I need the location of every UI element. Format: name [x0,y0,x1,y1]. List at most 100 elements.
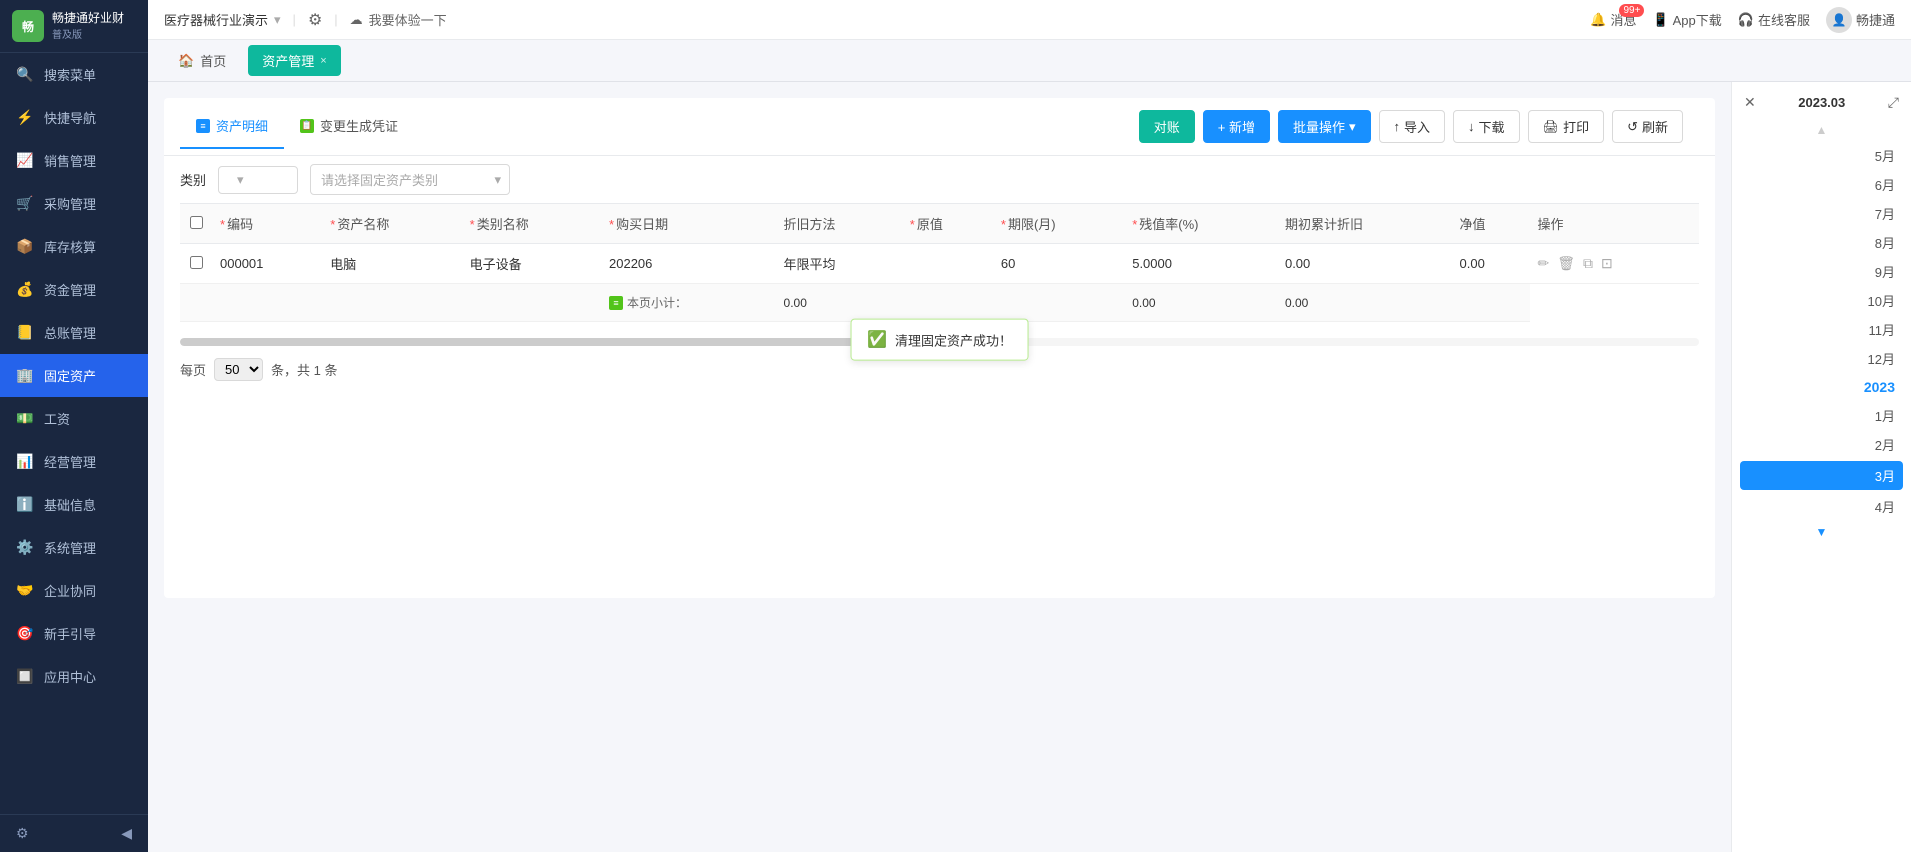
col-date: *购买日期 [601,204,776,244]
tab-asset-mgmt-label: 资产管理 [262,51,314,70]
company-selector[interactable]: 医疗器械行业演示 ▾ [164,10,281,29]
new-btn[interactable]: + 新增 [1203,110,1270,143]
year-2023[interactable]: 2023 [1732,373,1911,401]
scrollbar-thumb [180,338,864,346]
refresh-btn[interactable]: ↺ 刷新 [1612,110,1683,143]
purchase-icon: 🛒 [16,195,34,212]
month-aug[interactable]: 8月 [1732,228,1911,257]
sidebar-item-apps[interactable]: 🔲 应用中心 [0,655,148,698]
subtab-asset-list-label: 资产明细 [216,116,268,135]
sidebar-item-label: 新手引导 [44,624,96,643]
sidebar-logo: 畅 畅捷通好业财 普及版 [0,0,148,53]
per-page-select[interactable]: 50 [214,358,263,381]
sidebar-item-quicknav[interactable]: ⚡ 快捷导航 [0,96,148,139]
toast-success-icon: ✅ [867,330,887,350]
experience-btn[interactable]: ☁ 我要体验一下 [350,10,447,29]
month-mar[interactable]: 3月 [1740,461,1903,490]
guide-icon: 🎯 [16,625,34,642]
subtab-asset-list[interactable]: ≡ 资产明细 [180,104,284,149]
online-service-btn[interactable]: 🎧 在线客服 [1738,10,1810,29]
collapse-icon[interactable]: ◀ [121,825,132,842]
scroll-down-btn[interactable]: ▼ [1732,521,1911,543]
print-btn[interactable]: 🖨 打印 [1528,110,1605,143]
sidebar-item-ledger[interactable]: 📒 总账管理 [0,311,148,354]
month-sep[interactable]: 9月 [1732,257,1911,286]
cell-residual: 5.0000 [1124,244,1277,284]
sidebar-item-label: 快捷导航 [44,108,96,127]
topbar-right: 🔔 消息 99+ 📱 App下载 🎧 在线客服 👤 畅捷通 [1590,7,1895,33]
panel-expand-icon[interactable]: ⤢ [1888,94,1899,111]
notification-btn[interactable]: 🔔 消息 99+ [1590,10,1636,29]
headset-icon: 🎧 [1738,12,1754,28]
subtotal-empty1 [180,284,212,322]
online-service-label: 在线客服 [1758,10,1810,29]
sidebar: 畅 畅捷通好业财 普及版 🔍 搜索菜单 ⚡ 快捷导航 📈 销售管理 🛒 采购管理… [0,0,148,852]
topbar-settings-icon[interactable]: ⚙ [308,10,322,30]
sidebar-item-system[interactable]: ⚙️ 系统管理 [0,526,148,569]
month-apr[interactable]: 4月 [1732,492,1911,521]
export-btn[interactable]: ↑ 导入 [1379,110,1446,143]
month-may[interactable]: 5月 [1732,141,1911,170]
col-action: 操作 [1530,204,1700,244]
funds-icon: 💰 [16,281,34,298]
sidebar-item-payroll[interactable]: 💵 工资 [0,397,148,440]
sidebar-item-fixed-assets[interactable]: 🏢 固定资产 [0,354,148,397]
sidebar-item-sales[interactable]: 📈 销售管理 [0,139,148,182]
panel-close-icon[interactable]: ✕ [1744,94,1756,111]
delete-icon[interactable]: 🗑 [1557,255,1575,272]
month-oct[interactable]: 10月 [1732,286,1911,315]
month-jan[interactable]: 1月 [1732,401,1911,430]
subtab-voucher-gen[interactable]: 📋 变更生成凭证 [284,104,414,149]
subtotal-empty4 [462,284,601,322]
download-icon: ↓ [1468,119,1475,134]
sidebar-item-operations[interactable]: 📊 经营管理 [0,440,148,483]
payroll-icon: 💵 [16,410,34,427]
sidebar-item-funds[interactable]: 💰 资金管理 [0,268,148,311]
month-dec[interactable]: 12月 [1732,344,1911,373]
month-jun[interactable]: 6月 [1732,170,1911,199]
month-nov[interactable]: 11月 [1732,315,1911,344]
company-name: 医疗器械行业演示 [164,10,268,29]
copy-icon[interactable]: ⧉ [1583,255,1593,272]
user-menu[interactable]: 👤 畅捷通 [1826,7,1895,33]
sidebar-item-enterprise[interactable]: 🤝 企业协同 [0,569,148,612]
select-all-checkbox[interactable] [190,216,203,229]
row-checkbox[interactable] [190,256,203,269]
tab-home[interactable]: 🏠 首页 [164,45,240,76]
cell-action: ✏ 🗑 ⧉ ⊡ [1530,244,1700,284]
year-panel-title: 2023.03 [1798,95,1845,110]
col-name: *资产名称 [322,204,461,244]
sidebar-item-search[interactable]: 🔍 搜索菜单 [0,53,148,96]
scroll-up-btn[interactable]: ▲ [1732,119,1911,141]
more-icon[interactable]: ⊡ [1601,255,1613,272]
category-select-arrow: ▾ [237,172,244,188]
account-btn[interactable]: 对账 [1139,110,1195,143]
batch-btn[interactable]: 批量操作 ▾ [1278,110,1371,143]
topbar-divider2: | [334,12,337,27]
col-depreciation: 折旧方法 [776,204,902,244]
sidebar-item-inventory[interactable]: 📦 库存核算 [0,225,148,268]
tab-close-icon[interactable]: × [320,55,326,67]
toast-message: 清理固定资产成功！ [895,330,1012,349]
tab-asset-mgmt[interactable]: 资产管理 × [248,45,340,76]
download-btn[interactable]: ↓ 下载 [1453,110,1520,143]
sidebar-item-label: 采购管理 [44,194,96,213]
sidebar-item-basic-info[interactable]: ℹ️ 基础信息 [0,483,148,526]
table-wrap: *编码 *资产名称 *类别名称 *购买日期 折旧方法 *原值 *期限(月) *残… [164,203,1715,322]
fixed-asset-category-select[interactable]: 请选择固定资产类别 ▾ [310,164,510,195]
sidebar-item-guide[interactable]: 🎯 新手引导 [0,612,148,655]
sidebar-item-purchase[interactable]: 🛒 采购管理 [0,182,148,225]
app-download-btn[interactable]: 📱 App下载 [1652,10,1721,29]
category-select[interactable]: ▾ [218,166,298,194]
col-original: *原值 [902,204,993,244]
cell-original [902,244,993,284]
subtotal-row: ≡ 本页小计： 0.00 0.00 0.00 [180,284,1699,322]
subtotal-empty7 [1452,284,1530,322]
batch-btn-label: 批量操作 [1293,117,1345,136]
bell-icon: 🔔 [1590,12,1606,28]
settings-icon[interactable]: ⚙ [16,825,29,842]
edit-icon[interactable]: ✏ [1538,255,1550,272]
sales-icon: 📈 [16,152,34,169]
month-feb[interactable]: 2月 [1732,430,1911,459]
month-jul[interactable]: 7月 [1732,199,1911,228]
